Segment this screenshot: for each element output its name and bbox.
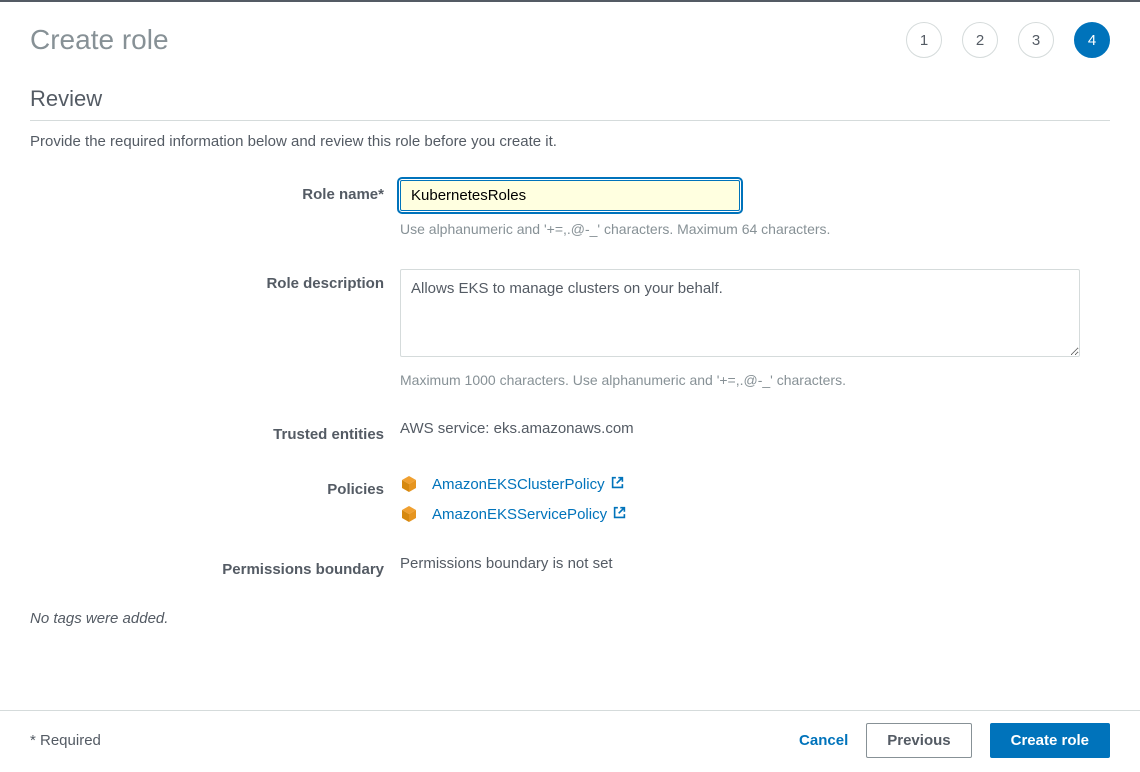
- step-4[interactable]: 4: [1074, 22, 1110, 58]
- external-link-icon: [611, 476, 624, 492]
- section-title: Review: [30, 86, 1110, 121]
- cancel-button[interactable]: Cancel: [799, 732, 848, 749]
- policy-link[interactable]: AmazonEKSServicePolicy: [432, 506, 626, 523]
- trusted-entities-value: AWS service: eks.amazonaws.com: [400, 420, 1090, 443]
- previous-button[interactable]: Previous: [866, 723, 971, 758]
- policy-box-icon: [400, 475, 418, 493]
- role-name-label: Role name*: [30, 180, 400, 237]
- policy-name: AmazonEKSServicePolicy: [432, 506, 607, 523]
- trusted-entities-label: Trusted entities: [30, 420, 400, 443]
- wizard-steps: 1 2 3 4: [906, 22, 1110, 58]
- step-3[interactable]: 3: [1018, 22, 1054, 58]
- step-2[interactable]: 2: [962, 22, 998, 58]
- policy-item: AmazonEKSServicePolicy: [400, 505, 1090, 523]
- create-role-button[interactable]: Create role: [990, 723, 1110, 758]
- wizard-footer: * Required Cancel Previous Create role: [0, 710, 1140, 772]
- role-description-input[interactable]: [400, 269, 1080, 357]
- permissions-boundary-value: Permissions boundary is not set: [400, 555, 1090, 578]
- role-name-input[interactable]: [400, 180, 740, 211]
- required-note: * Required: [30, 732, 101, 749]
- policy-box-icon: [400, 505, 418, 523]
- role-description-label: Role description: [30, 269, 400, 388]
- policy-name: AmazonEKSClusterPolicy: [432, 476, 605, 493]
- external-link-icon: [613, 506, 626, 522]
- tags-message: No tags were added.: [30, 610, 1110, 627]
- policy-link[interactable]: AmazonEKSClusterPolicy: [432, 476, 624, 493]
- policies-label: Policies: [30, 475, 400, 523]
- permissions-boundary-label: Permissions boundary: [30, 555, 400, 578]
- page-title: Create role: [30, 24, 169, 56]
- policy-item: AmazonEKSClusterPolicy: [400, 475, 1090, 493]
- role-description-hint: Maximum 1000 characters. Use alphanumeri…: [400, 372, 1090, 388]
- section-description: Provide the required information below a…: [30, 133, 1110, 150]
- step-1[interactable]: 1: [906, 22, 942, 58]
- role-name-hint: Use alphanumeric and '+=,.@-_' character…: [400, 221, 1090, 237]
